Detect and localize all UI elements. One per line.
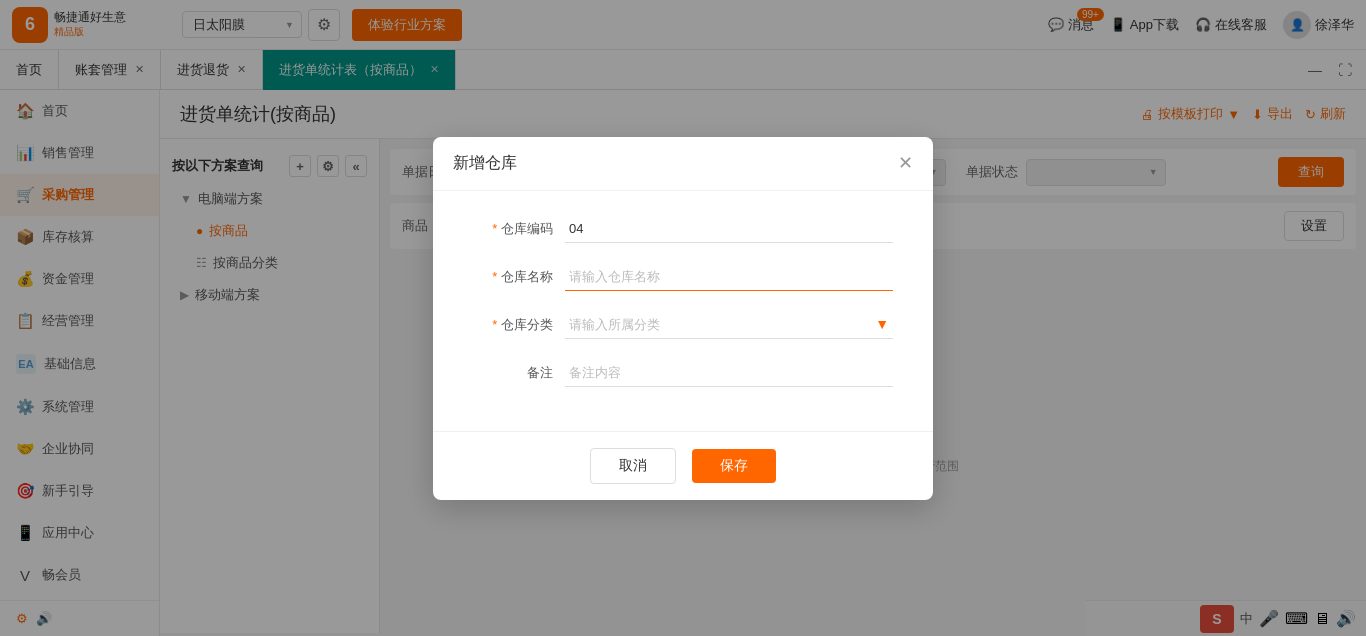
form-row-note: 备注 xyxy=(473,359,893,387)
form-row-name: 仓库名称 xyxy=(473,263,893,291)
form-row-category: 仓库分类 请输入所属分类 ▼ xyxy=(473,311,893,339)
modal-footer: 取消 保存 xyxy=(433,431,933,500)
name-input[interactable] xyxy=(565,263,893,291)
modal: 新增仓库 ✕ 仓库编码 仓库名称 仓库分类 请输入所属分类 ▼ xyxy=(433,137,933,500)
save-button[interactable]: 保存 xyxy=(692,449,776,483)
overlay[interactable]: 新增仓库 ✕ 仓库编码 仓库名称 仓库分类 请输入所属分类 ▼ xyxy=(0,0,1366,636)
modal-close-btn[interactable]: ✕ xyxy=(898,154,913,172)
code-input[interactable] xyxy=(565,215,893,243)
code-label: 仓库编码 xyxy=(473,220,553,238)
modal-body: 仓库编码 仓库名称 仓库分类 请输入所属分类 ▼ 备注 xyxy=(433,191,933,431)
modal-title: 新增仓库 xyxy=(453,153,517,174)
form-row-code: 仓库编码 xyxy=(473,215,893,243)
category-select[interactable]: 请输入所属分类 xyxy=(565,311,893,338)
category-select-wrap[interactable]: 请输入所属分类 ▼ xyxy=(565,311,893,339)
cancel-button[interactable]: 取消 xyxy=(590,448,676,484)
modal-header: 新增仓库 ✕ xyxy=(433,137,933,191)
note-label: 备注 xyxy=(473,364,553,382)
name-label: 仓库名称 xyxy=(473,268,553,286)
category-label: 仓库分类 xyxy=(473,316,553,334)
note-input[interactable] xyxy=(565,359,893,387)
